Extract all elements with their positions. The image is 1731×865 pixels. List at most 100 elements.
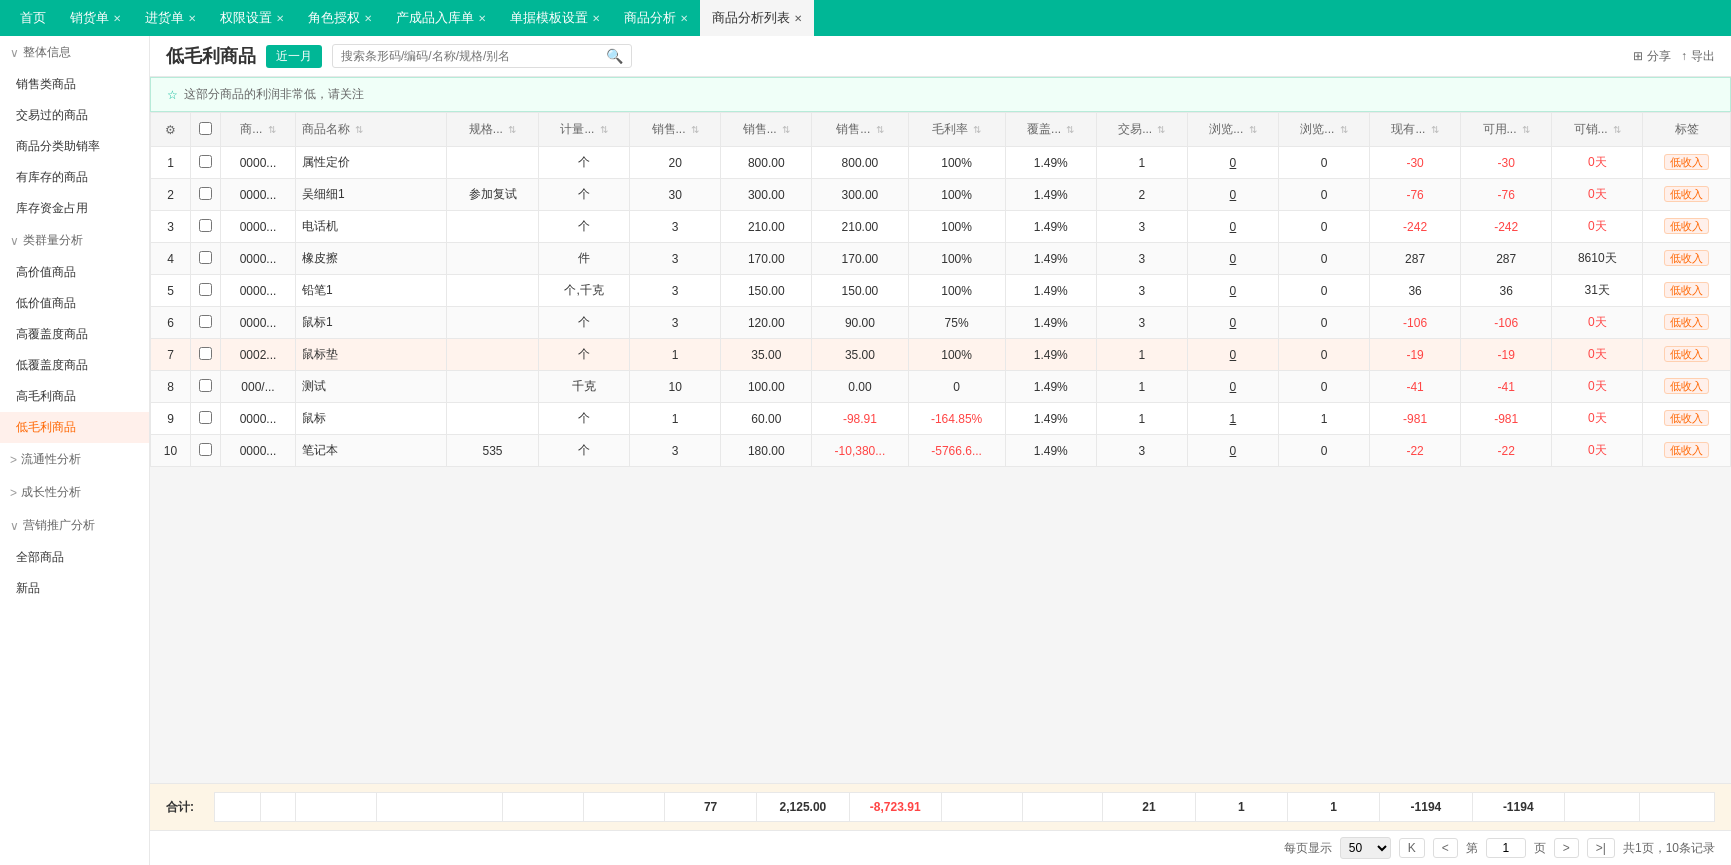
sidebar-item-low-coverage[interactable]: 低覆盖度商品	[0, 350, 149, 381]
sidebar-item-high-profit[interactable]: 高毛利商品	[0, 381, 149, 412]
th-checkbox[interactable]	[191, 113, 221, 147]
row-checkbox[interactable]	[199, 411, 212, 424]
sidebar-group-growth[interactable]: > 成长性分析	[0, 476, 149, 509]
first-page-button[interactable]: K	[1399, 838, 1425, 858]
table-row: 3 0000... 电话机 个 3 210.00 210.00 100% 1.4…	[151, 211, 1731, 243]
cell-checkbox[interactable]	[191, 435, 221, 467]
alert-banner: ☆ 这部分商品的利润非常低，请关注	[150, 77, 1731, 112]
cell-unit: 个	[539, 211, 630, 243]
cell-current: -19	[1370, 339, 1461, 371]
cell-name: 鼠标	[296, 403, 447, 435]
cell-tag: 低收入	[1643, 307, 1731, 339]
nav-analysis-list[interactable]: 商品分析列表 ✕	[700, 0, 814, 36]
nav-product-in[interactable]: 产成品入库单 ✕	[384, 0, 498, 36]
table-row: 7 0002... 鼠标垫 个 1 35.00 35.00 100% 1.49%…	[151, 339, 1731, 371]
cell-saleable: 0天	[1552, 339, 1643, 371]
share-button[interactable]: ⊞ 分享	[1633, 48, 1671, 65]
nav-purchase[interactable]: 进货单 ✕	[133, 0, 208, 36]
sidebar-item-low-value[interactable]: 低价值商品	[0, 288, 149, 319]
nav-permission[interactable]: 权限设置 ✕	[208, 0, 296, 36]
sidebar-item-category-rate[interactable]: 商品分类助销率	[0, 131, 149, 162]
th-spec: 规格... ⇅	[446, 113, 538, 147]
sidebar-group-overview[interactable]: ∨ 整体信息	[0, 36, 149, 69]
row-checkbox[interactable]	[199, 187, 212, 200]
per-page-select[interactable]: 20 50 100	[1340, 837, 1391, 859]
row-checkbox[interactable]	[199, 379, 212, 392]
totals-available: -1194	[1472, 793, 1564, 822]
close-icon[interactable]: ✕	[113, 13, 121, 24]
top-nav: 首页 销货单 ✕ 进货单 ✕ 权限设置 ✕ 角色授权 ✕ 产成品入库单 ✕ 单据…	[0, 0, 1731, 36]
cell-checkbox[interactable]	[191, 307, 221, 339]
row-checkbox[interactable]	[199, 283, 212, 296]
sidebar-item-new-goods[interactable]: 新品	[0, 573, 149, 604]
close-icon[interactable]: ✕	[364, 13, 372, 24]
nav-product-analysis[interactable]: 商品分析 ✕	[612, 0, 700, 36]
page-number-input[interactable]	[1486, 838, 1526, 858]
cell-checkbox[interactable]	[191, 371, 221, 403]
sidebar-item-traded-goods[interactable]: 交易过的商品	[0, 100, 149, 131]
cell-unit: 个	[539, 339, 630, 371]
nav-home[interactable]: 首页	[8, 0, 58, 36]
search-input[interactable]	[341, 49, 606, 63]
cell-unit: 个	[539, 403, 630, 435]
close-icon[interactable]: ✕	[276, 13, 284, 24]
close-icon[interactable]: ✕	[794, 13, 802, 24]
sidebar-item-low-profit[interactable]: 低毛利商品	[0, 412, 149, 443]
row-checkbox[interactable]	[199, 315, 212, 328]
row-checkbox[interactable]	[199, 443, 212, 456]
last-page-button[interactable]: >|	[1587, 838, 1615, 858]
cell-checkbox[interactable]	[191, 211, 221, 243]
data-table-container[interactable]: ⚙ 商... ⇅ 商品名称 ⇅ 规格... ⇅ 计量... ⇅ 销售... ⇅ …	[150, 112, 1731, 783]
cell-checkbox[interactable]	[191, 275, 221, 307]
totals-current: -1194	[1380, 793, 1472, 822]
cell-unit: 件	[539, 243, 630, 275]
sidebar-item-high-coverage[interactable]: 高覆盖度商品	[0, 319, 149, 350]
cell-sales-price: 800.00	[721, 147, 812, 179]
cell-checkbox[interactable]	[191, 243, 221, 275]
export-button[interactable]: ↑ 导出	[1681, 48, 1715, 65]
content-header: 低毛利商品 近一月 🔍 ⊞ 分享 ↑ 导出	[150, 36, 1731, 77]
nav-sales[interactable]: 销货单 ✕	[58, 0, 133, 36]
page-summary: 共1页，10条记录	[1623, 840, 1715, 857]
th-settings[interactable]: ⚙	[151, 113, 191, 147]
cell-checkbox[interactable]	[191, 339, 221, 371]
next-page-button[interactable]: >	[1554, 838, 1579, 858]
th-sales-qty: 销售... ⇅	[630, 113, 721, 147]
cell-sales-qty: 20	[630, 147, 721, 179]
row-checkbox[interactable]	[199, 251, 212, 264]
cell-checkbox[interactable]	[191, 403, 221, 435]
row-checkbox[interactable]	[199, 155, 212, 168]
prev-page-button[interactable]: <	[1433, 838, 1458, 858]
close-icon[interactable]: ✕	[478, 13, 486, 24]
close-icon[interactable]: ✕	[188, 13, 196, 24]
select-all-checkbox[interactable]	[199, 122, 212, 135]
row-checkbox[interactable]	[199, 219, 212, 232]
sidebar-item-high-value[interactable]: 高价值商品	[0, 257, 149, 288]
cell-current: -981	[1370, 403, 1461, 435]
sidebar-group-marketing[interactable]: ∨ 营销推广分析	[0, 509, 149, 542]
sidebar-item-stock-goods[interactable]: 有库存的商品	[0, 162, 149, 193]
nav-role[interactable]: 角色授权 ✕	[296, 0, 384, 36]
cell-tag: 低收入	[1643, 435, 1731, 467]
nav-template[interactable]: 单据模板设置 ✕	[498, 0, 612, 36]
close-icon[interactable]: ✕	[592, 13, 600, 24]
sidebar-item-all-goods[interactable]: 全部商品	[0, 542, 149, 573]
table-row: 5 0000... 铅笔1 个,千克 3 150.00 150.00 100% …	[151, 275, 1731, 307]
cell-checkbox[interactable]	[191, 179, 221, 211]
cell-sales-price: 60.00	[721, 403, 812, 435]
cell-sales-qty: 3	[630, 307, 721, 339]
filter-button[interactable]: 近一月	[266, 45, 322, 68]
cell-sales-amount: 210.00	[812, 211, 908, 243]
close-icon[interactable]: ✕	[680, 13, 688, 24]
totals-sales-price: 2,125.00	[757, 793, 849, 822]
sidebar-item-sales-goods[interactable]: 销售类商品	[0, 69, 149, 100]
cell-checkbox[interactable]	[191, 147, 221, 179]
cell-name: 橡皮擦	[296, 243, 447, 275]
cell-coverage: 1.49%	[1005, 243, 1096, 275]
row-checkbox[interactable]	[199, 347, 212, 360]
sidebar-group-circulation[interactable]: > 流通性分析	[0, 443, 149, 476]
cell-trade: 1	[1096, 371, 1187, 403]
cell-unit: 个,千克	[539, 275, 630, 307]
sidebar-item-capital[interactable]: 库存资金占用	[0, 193, 149, 224]
sidebar-group-cluster[interactable]: ∨ 类群量分析	[0, 224, 149, 257]
